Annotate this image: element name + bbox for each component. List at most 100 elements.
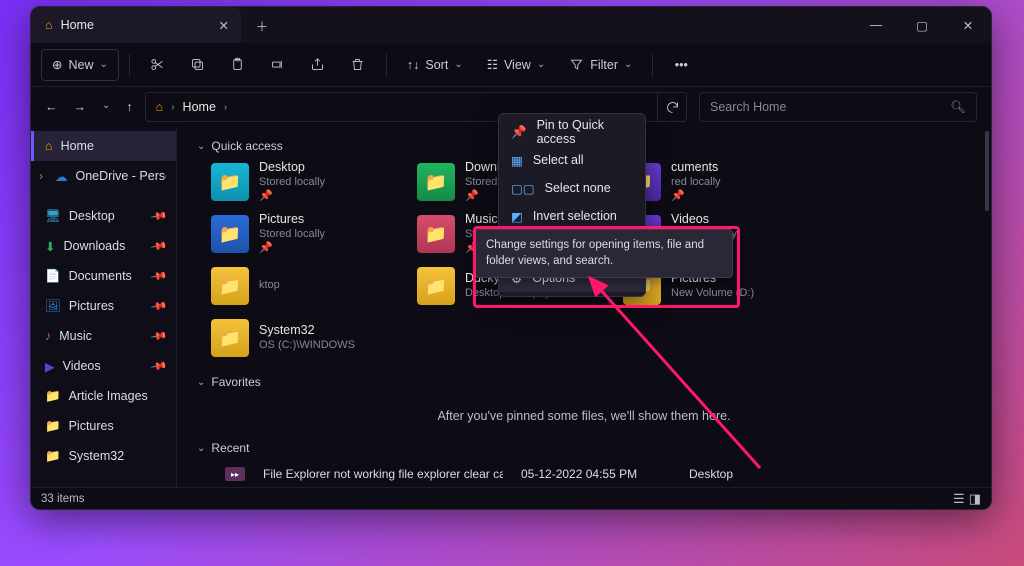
recent-item[interactable]: ▸▸ File Explorer not working file explor… [197,461,971,481]
tile-name: Pictures [259,212,325,228]
tile-location: OS (C:)\WINDOWS [259,339,355,353]
rename-icon [270,57,285,72]
view-icon: ☷ [487,57,498,72]
menu-select-none[interactable]: ▢▢ Select none [499,174,645,202]
scrollbar-thumb[interactable] [985,131,989,211]
sidebar-item-documents[interactable]: 📄Documents📌 [31,261,176,291]
favorites-section: ⌄ Favorites After you've pinned some fil… [177,363,991,429]
window-controls: — ▢ ✕ [853,7,991,43]
folder-icon: 📁 [45,449,61,464]
tile-text: Desktop Stored locally 📌 [259,160,325,204]
tile-system32[interactable]: 📁 System32 OS (C:)\WINDOWS [211,315,399,361]
back-button[interactable]: ← [45,100,58,114]
pin-icon: 📌 [259,190,325,204]
funnel-icon [569,57,584,72]
new-button[interactable]: ⊕ New ⌄ [41,49,119,81]
sort-button[interactable]: ↑↓ Sort ⌄ [397,49,473,81]
section-label: Quick access [211,139,282,153]
pin-icon: 📌 [150,297,169,316]
sidebar-item-music[interactable]: ♪Music📌 [31,321,176,351]
close-window-button[interactable]: ✕ [945,7,991,43]
history-chevron-icon[interactable]: ⌄ [102,100,110,114]
titlebar: ⌂ Home ✕ ＋ — ▢ ✕ [31,7,991,43]
sidebar-item-pictures[interactable]: 📁Pictures [31,411,176,441]
chevron-down-icon: ⌄ [197,377,205,388]
copy-button[interactable] [180,49,216,81]
forward-button[interactable]: → [74,100,87,114]
section-header-favorites[interactable]: ⌄ Favorites [197,375,971,389]
cut-button[interactable] [140,49,176,81]
folder-icon: 📁 [211,163,249,201]
divider [652,54,653,76]
tile-pictures[interactable]: 📁 Pictures Stored locally 📌 [211,211,399,257]
tile-text: System32 OS (C:)\WINDOWS [259,323,355,352]
sidebar-item-desktop[interactable]: 🖥Desktop📌 [31,201,176,231]
delete-button[interactable] [340,49,376,81]
menu-pin-to-quick-access[interactable]: 📌 Pin to Quick access [499,118,645,146]
tile-location: Stored locally [259,228,325,242]
view-label: View [504,58,531,72]
sidebar-label: Article Images [69,389,148,403]
menu-label: Pin to Quick access [537,118,633,146]
tile-location: red locally [671,176,721,190]
folder-icon: ⬇ [45,239,55,254]
add-tab-button[interactable]: ＋ [241,7,283,43]
sidebar-label: Documents [69,269,132,283]
section-label: Recent [211,441,249,455]
tile-name: Videos [671,212,737,228]
sidebar-item-article-images[interactable]: 📁 Article Images [31,381,176,411]
search-input[interactable]: Search Home 🔍︎ [699,92,977,122]
sidebar-label: Pictures [69,419,114,433]
pin-icon: 📌 [671,190,721,204]
home-icon: ⌂ [156,100,164,114]
paste-button[interactable] [220,49,256,81]
details-view-icon[interactable]: ☰ [953,491,965,507]
tiles-view-icon[interactable]: ◨ [969,491,981,507]
folder-icon: 📁 [211,319,249,357]
sidebar-item-home[interactable]: ⌂ Home [31,131,176,161]
scissors-icon [150,57,165,72]
tile-folder[interactable]: 📁 ktop [211,263,399,309]
filter-button[interactable]: Filter ⌄ [559,49,642,81]
minimize-button[interactable]: — [853,7,899,43]
share-button[interactable] [300,49,336,81]
pin-icon: 📌 [150,327,169,346]
tab-home[interactable]: ⌂ Home ✕ [31,7,241,43]
sidebar-label: Pictures [69,299,114,313]
sidebar-item-videos[interactable]: ▶Videos📌 [31,351,176,381]
rename-button[interactable] [260,49,296,81]
sidebar-label: System32 [69,449,125,463]
sidebar-label: Home [61,139,94,153]
recent-item-name: File Explorer not working file explorer … [263,467,503,481]
sidebar-label: Downloads [63,239,125,253]
sidebar-item-pictures[interactable]: 🖼 Pictures 📌 [31,291,176,321]
status-item-count: 33 items [41,493,84,505]
menu-select-all[interactable]: ▦ Select all [499,146,645,174]
sidebar-label: Videos [63,359,101,373]
sidebar-item-downloads[interactable]: ⬇ Downloads 📌 [31,231,176,261]
chevron-right-icon: › [171,102,174,113]
view-button[interactable]: ☷ View ⌄ [477,49,555,81]
sidebar-item-system32[interactable]: 📁 System32 [31,441,176,471]
folder-icon: 🖼 [45,299,61,314]
menu-invert-selection[interactable]: ◩ Invert selection [499,202,645,230]
sort-label: Sort [425,58,448,72]
more-button[interactable]: ••• [663,49,699,81]
sidebar-label: Desktop [69,209,115,223]
close-tab-icon[interactable]: ✕ [219,18,229,33]
sidebar-pinned-group: 🖥Desktop📌 ⬇ Downloads 📌 📄Documents📌 🖼 Pictures… [31,201,176,471]
chevron-down-icon: ⌄ [197,141,205,152]
refresh-button[interactable] [657,92,687,122]
pin-icon: 📌 [150,237,169,256]
menu-label: Invert selection [533,209,617,223]
up-button[interactable]: ↑ [126,100,132,114]
nav-buttons: ← → ⌄ ↑ [45,100,133,114]
breadcrumb-home[interactable]: Home [183,100,216,114]
share-icon [310,57,325,72]
tile-documents[interactable]: 📁 cuments red locally 📌 [623,159,811,205]
maximize-button[interactable]: ▢ [899,7,945,43]
section-header-recent[interactable]: ⌄ Recent [197,441,971,455]
sidebar-item-onedrive[interactable]: ☁ OneDrive - Personal [31,161,176,191]
tile-desktop[interactable]: 📁 Desktop Stored locally 📌 [211,159,399,205]
folder-icon: 📁 [45,389,61,404]
